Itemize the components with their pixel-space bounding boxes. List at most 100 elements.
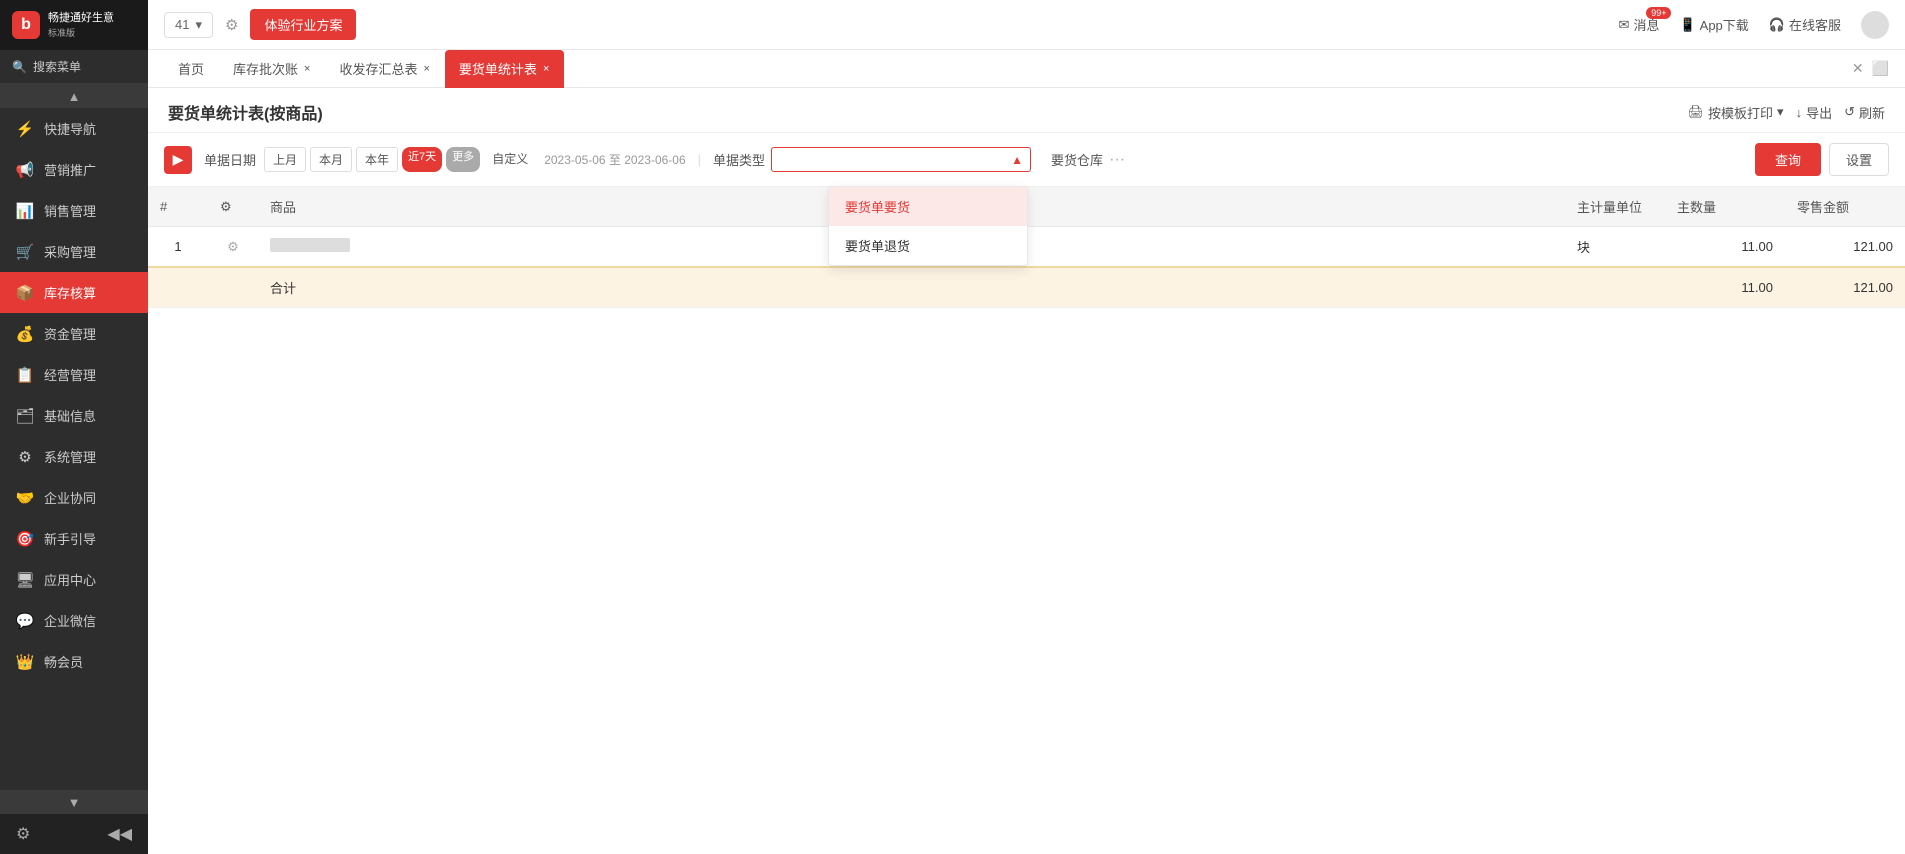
sidebar-item-quick-nav[interactable]: ⚡ 快捷导航 xyxy=(0,108,148,149)
date-filter-group: 单据日期 上月 本月 本年 近7天 更多 自定义 2023-05-06 至 20… xyxy=(204,147,686,172)
card-actions: 🖨 按模板打印 ▾ ↓ 导出 ↺ 刷新 xyxy=(1688,103,1886,122)
total-empty-2 xyxy=(208,267,258,308)
sidebar-footer: ⚙ ◀◀ xyxy=(0,814,148,854)
refresh-icon: ↺ xyxy=(1844,104,1855,120)
col-settings-icon[interactable]: ⚙ xyxy=(208,187,258,227)
sidebar: b 畅捷通好生意 标准版 🔍 搜索菜单 ▲ ⚡ 快捷导航 📢 营销推广 📊 销售… xyxy=(0,0,148,854)
operation-icon: 📋 xyxy=(16,366,34,384)
warehouse-label: 要货仓库 xyxy=(1051,150,1103,169)
tab-order-stats-close[interactable]: × xyxy=(543,63,549,75)
sidebar-item-guide[interactable]: 🎯 新手引导 xyxy=(0,518,148,559)
row-settings-icon[interactable]: ⚙ xyxy=(208,227,258,268)
type-input-wrap: ▲ xyxy=(771,147,1031,172)
warehouse-more-icon[interactable]: ··· xyxy=(1109,151,1125,169)
recent-badge[interactable]: 近7天 xyxy=(402,147,442,172)
main-area: 41 ▾ ⚙ 体验行业方案 ✉ 消息 99+ 📱 App下载 🎧 在线客服 首页 xyxy=(148,0,1905,854)
online-service-btn[interactable]: 🎧 在线客服 xyxy=(1769,15,1841,34)
print-icon: 🖨 xyxy=(1688,104,1705,120)
main-card: 要货单统计表(按商品) 🖨 按模板打印 ▾ ↓ 导出 ↺ 刷新 xyxy=(148,88,1905,854)
refresh-btn[interactable]: ↺ 刷新 xyxy=(1844,103,1885,122)
prev-month-btn[interactable]: 上月 xyxy=(264,147,306,172)
date-range-text: 2023-05-06 至 2023-06-06 xyxy=(544,151,685,168)
tenant-dropdown[interactable]: 41 ▾ xyxy=(164,12,213,38)
tab-receivables-close[interactable]: × xyxy=(423,63,429,75)
tab-inventory-batch-close[interactable]: × xyxy=(304,63,310,75)
total-label: 合计 xyxy=(258,267,1565,308)
filter-buttons: 查询 设置 xyxy=(1755,143,1889,176)
sidebar-item-vip[interactable]: 👑 畅会员 xyxy=(0,641,148,682)
type-dropdown-chevron-icon[interactable]: ▲ xyxy=(1011,153,1023,167)
year-btn[interactable]: 本年 xyxy=(356,147,398,172)
sidebar-item-label: 新手引导 xyxy=(44,529,96,548)
print-template-btn[interactable]: 🖨 按模板打印 ▾ xyxy=(1688,103,1784,122)
page-title: 要货单统计表(按商品) xyxy=(168,100,323,124)
collapse-icon[interactable]: ◀◀ xyxy=(107,824,132,844)
filter-expand-btn[interactable]: ▶ xyxy=(164,146,192,174)
sidebar-item-label: 系统管理 xyxy=(44,447,96,466)
sidebar-item-label: 快捷导航 xyxy=(44,119,96,138)
system-icon: ⚙ xyxy=(16,448,34,466)
col-num: # xyxy=(148,187,208,227)
sidebar-item-operation[interactable]: 📋 经营管理 xyxy=(0,354,148,395)
export-btn[interactable]: ↓ 导出 xyxy=(1796,103,1833,122)
sidebar-item-enterprise[interactable]: 🤝 企业协同 xyxy=(0,477,148,518)
online-service-label: 在线客服 xyxy=(1789,15,1841,34)
settings-button[interactable]: 设置 xyxy=(1829,143,1889,176)
tabs-bar: 首页 库存批次账 × 收发存汇总表 × 要货单统计表 × ✕ ⬜ xyxy=(148,50,1905,88)
guide-icon: 🎯 xyxy=(16,530,34,548)
sidebar-item-weixin[interactable]: 💬 企业微信 xyxy=(0,600,148,641)
maximize-icon[interactable]: ⬜ xyxy=(1872,60,1889,77)
row-amount: 121.00 xyxy=(1785,227,1905,268)
sidebar-item-base-info[interactable]: 🗂 基础信息 xyxy=(0,395,148,436)
tab-order-stats-label: 要货单统计表 xyxy=(459,59,537,78)
search-icon: 🔍 xyxy=(12,60,27,74)
sidebar-item-purchase[interactable]: 🛒 采购管理 xyxy=(0,231,148,272)
topbar: 41 ▾ ⚙ 体验行业方案 ✉ 消息 99+ 📱 App下载 🎧 在线客服 xyxy=(148,0,1905,50)
query-button[interactable]: 查询 xyxy=(1755,143,1821,176)
settings-icon[interactable]: ⚙ xyxy=(16,824,30,844)
scroll-down-btn[interactable]: ▼ xyxy=(0,790,148,814)
total-unit-empty xyxy=(1565,267,1665,308)
notification-btn[interactable]: ✉ 消息 99+ xyxy=(1619,15,1660,34)
sidebar-item-inventory[interactable]: 📦 库存核算 xyxy=(0,272,148,313)
type-input[interactable] xyxy=(771,147,1031,172)
total-amount: 121.00 xyxy=(1785,267,1905,308)
more-badge[interactable]: 更多 xyxy=(446,147,480,172)
sidebar-item-marketing[interactable]: 📢 营销推广 xyxy=(0,149,148,190)
sidebar-item-finance[interactable]: 💰 资金管理 xyxy=(0,313,148,354)
sidebar-item-label: 畅会员 xyxy=(44,652,83,671)
table-foot: 合计 11.00 121.00 xyxy=(148,267,1905,308)
product-placeholder xyxy=(270,238,350,252)
row-unit: 块 xyxy=(1565,227,1665,268)
sidebar-item-sales[interactable]: 📊 销售管理 xyxy=(0,190,148,231)
promo-button[interactable]: 体验行业方案 xyxy=(250,9,356,40)
col-qty: 主数量 xyxy=(1665,187,1785,227)
tab-inventory-batch[interactable]: 库存批次账 × xyxy=(219,50,325,88)
scroll-up-btn[interactable]: ▲ xyxy=(0,84,148,108)
search-menu[interactable]: 🔍 搜索菜单 xyxy=(0,50,148,84)
row-gear-icon[interactable]: ⚙ xyxy=(227,239,239,254)
sidebar-item-label: 企业微信 xyxy=(44,611,96,630)
logo-text: 畅捷通好生意 标准版 xyxy=(48,11,114,39)
dropdown-item-order-return[interactable]: 要货单退货 xyxy=(829,226,1027,265)
topbar-gear-icon[interactable]: ⚙ xyxy=(225,16,238,34)
export-icon: ↓ xyxy=(1796,105,1803,120)
tab-receivables-summary[interactable]: 收发存汇总表 × xyxy=(325,50,444,88)
tab-receivables-label: 收发存汇总表 xyxy=(339,59,417,78)
sidebar-item-label: 销售管理 xyxy=(44,201,96,220)
custom-date-btn[interactable]: 自定义 xyxy=(484,147,536,172)
avatar[interactable] xyxy=(1861,11,1889,39)
weixin-icon: 💬 xyxy=(16,612,34,630)
tab-home[interactable]: 首页 xyxy=(164,50,219,88)
sidebar-item-system[interactable]: ⚙ 系统管理 xyxy=(0,436,148,477)
dropdown-item-order-goods[interactable]: 要货单要货 xyxy=(829,187,1027,226)
close-window-icon[interactable]: ✕ xyxy=(1852,60,1864,77)
finance-icon: 💰 xyxy=(16,325,34,343)
tab-order-stats[interactable]: 要货单统计表 × xyxy=(445,50,564,88)
col-unit: 主计量单位 xyxy=(1565,187,1665,227)
purchase-icon: 🛒 xyxy=(16,243,34,261)
dropdown-chevron-icon: ▾ xyxy=(195,17,202,33)
curr-month-btn[interactable]: 本月 xyxy=(310,147,352,172)
app-download-btn[interactable]: 📱 App下载 xyxy=(1679,15,1748,34)
sidebar-item-app-center[interactable]: 🖥 应用中心 xyxy=(0,559,148,600)
